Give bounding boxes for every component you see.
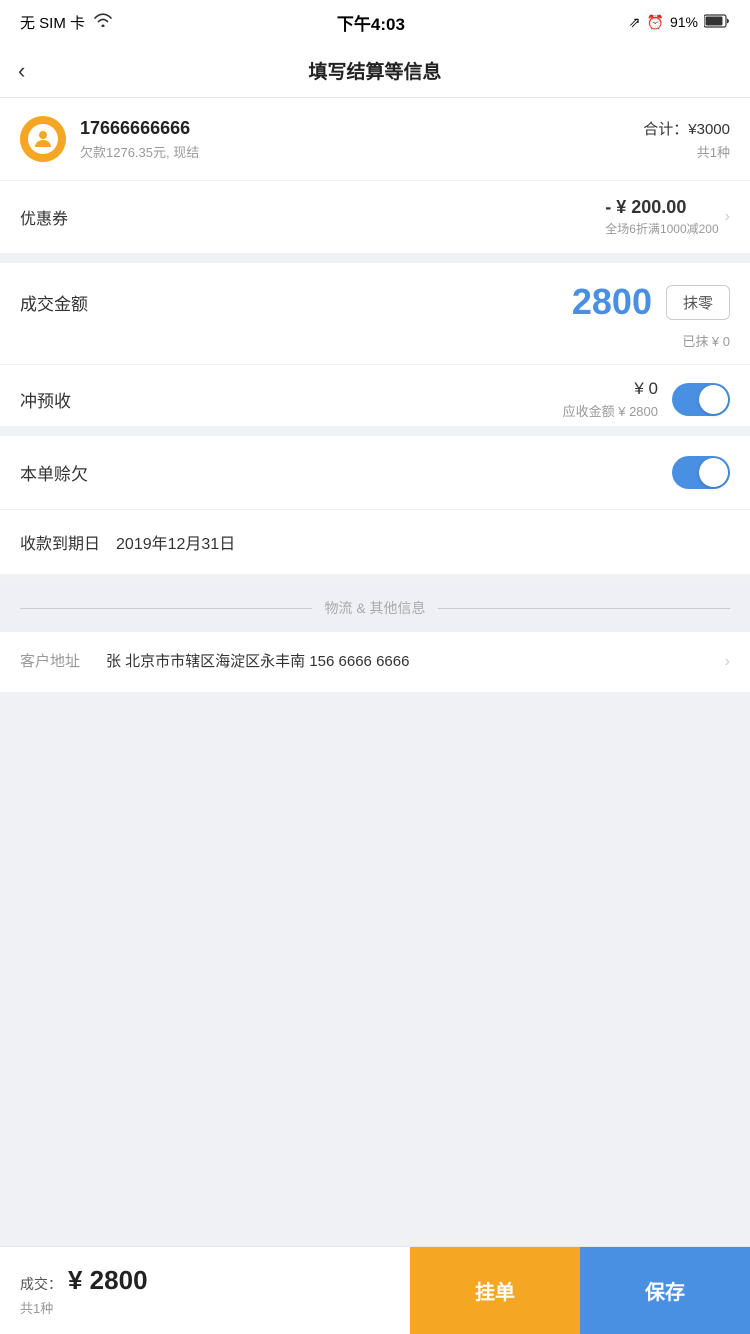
coupon-discount: - ¥ 200.00 — [605, 197, 718, 218]
address-chevron-icon: › — [725, 653, 730, 671]
prepay-right: ¥ 0 应收金额 ¥ 2800 — [563, 379, 730, 420]
content-area: 17666666666 欠款1276.35元, 现结 合计：¥3000 共1种 … — [0, 98, 750, 992]
customer-info: 17666666666 欠款1276.35元, 现结 — [80, 118, 199, 161]
alarm-icon: ⏰ — [647, 14, 664, 31]
back-button[interactable]: ‹ — [18, 58, 25, 84]
duedate-row: 收款到期日 2019年12月31日 — [0, 509, 750, 574]
customer-left: 17666666666 欠款1276.35元, 现结 — [20, 116, 199, 162]
logistics-label: 物流 & 其他信息 — [324, 598, 425, 618]
bottom-count: 共1种 — [20, 1298, 390, 1317]
sep-line-left — [20, 608, 312, 609]
amount-section: 成交金额 2800 抹零 已抹 ¥ 0 冲预收 ¥ 0 应收金额 ¥ 2800 — [0, 263, 750, 426]
avatar-icon — [28, 124, 58, 154]
page-title: 填写结算等信息 — [308, 57, 441, 84]
bottom-info: 成交： ¥ 2800 共1种 — [0, 1265, 410, 1317]
status-left: 无 SIM 卡 — [20, 12, 113, 33]
bottom-total-amount: ¥ 2800 — [68, 1265, 148, 1296]
customer-phone: 17666666666 — [80, 118, 199, 139]
address-row[interactable]: 客户地址 张 北京市市辖区海淀区永丰南 156 6666 6666 › — [0, 632, 750, 692]
bottom-bar: 成交： ¥ 2800 共1种 挂单 保存 — [0, 1246, 750, 1334]
location-icon: ⇗ — [629, 14, 641, 31]
debt-toggle[interactable] — [672, 456, 730, 489]
prepay-sub: 应收金额 ¥ 2800 — [563, 401, 658, 420]
save-button[interactable]: 保存 — [580, 1247, 750, 1334]
bottom-total: 成交： ¥ 2800 — [20, 1265, 390, 1296]
prepay-toggle[interactable] — [672, 383, 730, 416]
address-value: 张 北京市市辖区海淀区永丰南 156 6666 6666 — [106, 650, 709, 674]
debt-card: 本单赊欠 收款到期日 2019年12月31日 — [0, 436, 750, 574]
coupon-row[interactable]: 优惠券 - ¥ 200.00 全场6折满1000减200 › — [0, 180, 750, 253]
chevron-right-icon: › — [725, 208, 730, 226]
nav-bar: ‹ 填写结算等信息 — [0, 44, 750, 98]
prepay-label: 冲预收 — [20, 387, 71, 412]
logistics-separator: 物流 & 其他信息 — [0, 584, 750, 632]
duedate-label: 收款到期日 — [20, 530, 100, 554]
amount-value: 2800 — [572, 281, 652, 323]
prepay-amount-block: ¥ 0 应收金额 ¥ 2800 — [563, 379, 658, 420]
customer-debt: 欠款1276.35元, 现结 — [80, 142, 199, 161]
amount-right: 2800 抹零 — [572, 281, 730, 323]
avatar — [20, 116, 66, 162]
wifi-icon — [93, 13, 113, 31]
gray-spacer — [0, 702, 750, 902]
prepay-row: 冲预收 ¥ 0 应收金额 ¥ 2800 — [0, 364, 750, 426]
battery-text: 91% — [670, 14, 698, 30]
duedate-value: 2019年12月31日 — [116, 530, 235, 554]
prepay-amount: ¥ 0 — [563, 379, 658, 399]
total-count: 共1种 — [643, 142, 730, 161]
coupon-label: 优惠券 — [20, 205, 68, 229]
customer-row: 17666666666 欠款1276.35元, 现结 合计：¥3000 共1种 — [0, 98, 750, 180]
coupon-desc: 全场6折满1000减200 — [605, 220, 718, 237]
total-label: 合计：¥3000 — [643, 118, 730, 139]
debt-row: 本单赊欠 — [0, 436, 750, 509]
hold-button[interactable]: 挂单 — [410, 1247, 580, 1334]
coupon-right: - ¥ 200.00 全场6折满1000减200 › — [605, 197, 730, 237]
amount-sub: 已抹 ¥ 0 — [0, 331, 750, 364]
battery-icon — [704, 14, 730, 31]
status-bar: 无 SIM 卡 下午4:03 ⇗ ⏰ 91% — [0, 0, 750, 44]
customer-total: 合计：¥3000 共1种 — [643, 118, 730, 161]
status-time: 下午4:03 — [337, 10, 405, 35]
bottom-total-label: 成交： — [20, 1274, 62, 1294]
sep-line-right — [438, 608, 730, 609]
signal-text: 无 SIM 卡 — [20, 12, 85, 33]
amount-row: 成交金额 2800 抹零 — [0, 263, 750, 331]
address-key: 客户地址 — [20, 650, 90, 671]
amount-label: 成交金额 — [20, 290, 88, 315]
customer-card: 17666666666 欠款1276.35元, 现结 合计：¥3000 共1种 … — [0, 98, 750, 253]
status-right: ⇗ ⏰ 91% — [629, 14, 730, 31]
debt-label: 本单赊欠 — [20, 460, 88, 485]
round-button[interactable]: 抹零 — [666, 285, 730, 320]
